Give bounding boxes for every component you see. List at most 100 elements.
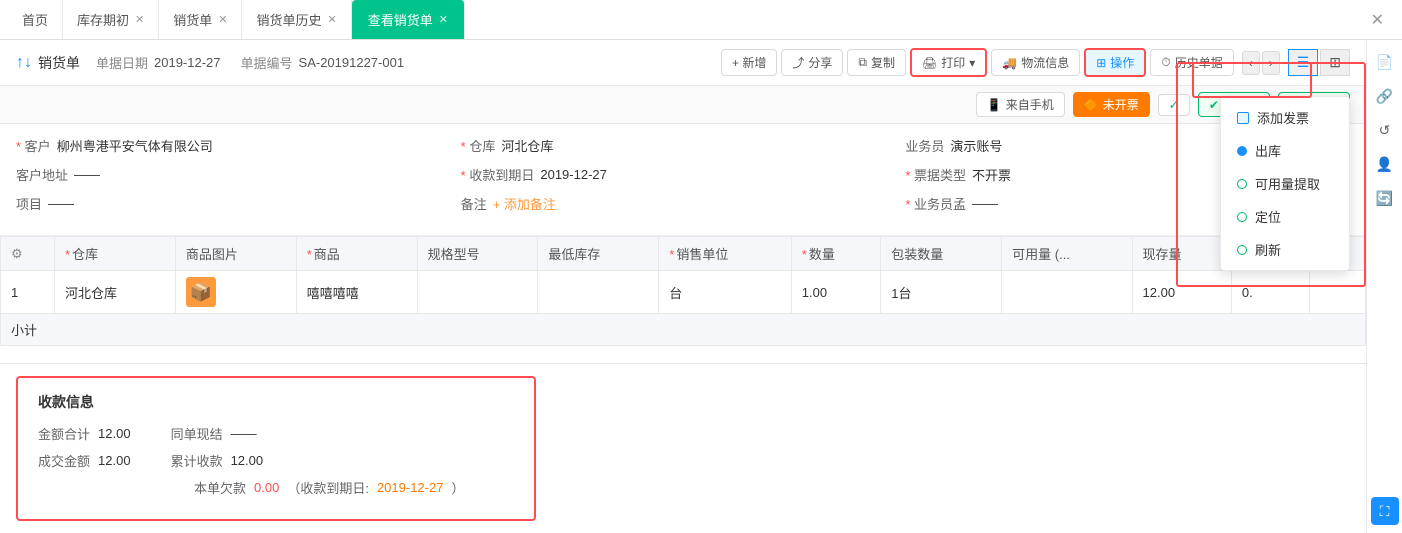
tab-bar: 首页 库存期初 ✕ 销货单 ✕ 销货单历史 ✕ 查看销货单 ✕ ✕ xyxy=(0,0,1402,40)
prev-button[interactable]: ‹ xyxy=(1242,51,1260,75)
layout-list-button[interactable]: ☰ xyxy=(1288,49,1319,76)
row-product: 嘻嘻嘻嘻 xyxy=(296,271,417,314)
close-tab-inventory[interactable]: ✕ xyxy=(135,13,144,26)
row-unit: 台 xyxy=(659,271,792,314)
tab-view-sale[interactable]: 查看销货单 ✕ xyxy=(352,0,465,39)
form-row-2: 客户地址 —— 收款到期日 2019-12-27 票据类型 不开票 xyxy=(16,165,1350,184)
row-price: 0. xyxy=(1231,271,1309,314)
doc-header: ↑↓ 销货单 单据日期 2019-12-27 单据编号 SA-20191227-… xyxy=(0,40,1366,86)
due-date-value: 2019-12-27 xyxy=(540,167,607,182)
warehouse-value: 河北仓库 xyxy=(501,136,553,155)
col-spec: 规格型号 xyxy=(417,237,538,271)
print-icon: 🖨 xyxy=(922,56,937,70)
check-icon: ✓ xyxy=(1169,98,1179,112)
outbound-icon xyxy=(1237,146,1247,156)
staff-value: 演示账号 xyxy=(950,136,1002,155)
note-label: 备注 xyxy=(461,194,487,213)
phone-icon: 📱 xyxy=(987,98,1002,112)
right-sidebar: 📄 🔗 ↺ 👤 🔄 ⛶ xyxy=(1366,40,1402,533)
next-button[interactable]: › xyxy=(1262,51,1280,75)
ticket-value: 不开票 xyxy=(972,165,1011,184)
sidebar-icon-doc[interactable]: 📄 xyxy=(1371,48,1399,76)
row-num: 1 xyxy=(1,271,55,314)
operations-grid-icon: ⊞ xyxy=(1096,56,1106,70)
tab-sale-order[interactable]: 销货单 ✕ xyxy=(159,0,242,39)
logistics-icon: 🚚 xyxy=(1002,56,1017,70)
same-order-settle-field: 同单现结 —— xyxy=(171,424,257,443)
due-date-field: 收款到期日 2019-12-27 xyxy=(461,165,906,184)
row-min-stock xyxy=(538,271,659,314)
avail-extract-icon xyxy=(1237,179,1247,189)
cumulative-payment-field: 累计收款 12.00 xyxy=(171,451,264,470)
doc-title: ↑↓ 销货单 xyxy=(16,53,80,73)
customer-field: 客户 柳州粤港平安气体有限公司 xyxy=(16,136,461,155)
operations-dropdown: 添加发票 出库 可用量提取 定位 刷新 xyxy=(1220,96,1350,271)
row-current: 12.00 xyxy=(1132,271,1231,314)
sidebar-icon-sync[interactable]: 🔄 xyxy=(1371,184,1399,212)
copy-button[interactable]: ⧉ 复制 xyxy=(847,49,906,76)
row-pack-qty: 1台 xyxy=(881,271,1002,314)
col-qty: *数量 xyxy=(791,237,881,271)
ticket-icon: 🔶 xyxy=(1084,98,1099,112)
sidebar-icon-expand[interactable]: ⛶ xyxy=(1371,497,1399,525)
sidebar-icon-refresh[interactable]: ↺ xyxy=(1371,116,1399,144)
total-amount-field: 金额合计 12.00 xyxy=(38,424,131,443)
add-invoice-icon xyxy=(1237,112,1249,124)
tab-home[interactable]: 首页 xyxy=(8,0,63,39)
sidebar-icon-user[interactable]: 👤 xyxy=(1371,150,1399,178)
print-button[interactable]: 🖨 打印 ▾ xyxy=(910,48,987,77)
layout-grid-button[interactable]: ⊞ xyxy=(1320,49,1350,76)
project-label: 项目 xyxy=(16,194,42,213)
note-field: 备注 + 添加备注 xyxy=(461,194,906,213)
row-amount xyxy=(1309,271,1365,314)
col-avail: 可用量 (... xyxy=(1002,237,1132,271)
add-note-button[interactable]: + 添加备注 xyxy=(493,194,556,213)
from-phone-button[interactable]: 📱 来自手机 xyxy=(976,92,1065,117)
customer-label: 客户 xyxy=(16,136,51,155)
close-tab-view-sale[interactable]: ✕ xyxy=(439,13,448,26)
product-image: 📦 xyxy=(186,277,216,307)
settings-icon[interactable]: ⚙ xyxy=(11,246,23,261)
col-settings[interactable]: ⚙ xyxy=(1,237,55,271)
dropdown-locate[interactable]: 定位 xyxy=(1221,200,1349,233)
logistics-button[interactable]: 🚚 物流信息 xyxy=(991,49,1080,76)
operations-button[interactable]: ⊞ 操作 xyxy=(1084,48,1146,77)
address-field: 客户地址 —— xyxy=(16,165,461,184)
due-date-label: 收款到期日 xyxy=(461,165,535,184)
history-button[interactable]: ⏱ 历史单据 xyxy=(1150,49,1233,76)
doc-number-field: 单据编号 SA-20191227-001 xyxy=(241,53,405,72)
col-product: *商品 xyxy=(296,237,417,271)
sidebar-icon-link[interactable]: 🔗 xyxy=(1371,82,1399,110)
dropdown-outbound[interactable]: 出库 xyxy=(1221,134,1349,167)
refresh-icon xyxy=(1237,245,1247,255)
row-avail xyxy=(1002,271,1132,314)
check-button[interactable]: ✓ xyxy=(1158,94,1190,116)
nav-arrows: ‹ › xyxy=(1242,51,1280,75)
new-button[interactable]: + 新增 xyxy=(721,49,777,76)
close-tab-sale-history[interactable]: ✕ xyxy=(328,13,337,26)
row-qty: 1.00 xyxy=(791,271,881,314)
close-tab-sale-order[interactable]: ✕ xyxy=(218,13,227,26)
staff-label: 业务员 xyxy=(905,136,944,155)
deal-amount-field: 成交金额 12.00 xyxy=(38,451,131,470)
not-open-button[interactable]: 🔶 未开票 xyxy=(1073,92,1150,117)
form-section: 客户 柳州粤港平安气体有限公司 仓库 河北仓库 业务员 演示账号 客户地址 ——… xyxy=(0,124,1366,236)
dropdown-refresh[interactable]: 刷新 xyxy=(1221,233,1349,266)
warehouse-label: 仓库 xyxy=(461,136,496,155)
table-section: ⚙ *仓库 商品图片 *商品 规格型号 最低库存 *销售单位 *数量 包装数量 … xyxy=(0,236,1366,363)
tab-inventory[interactable]: 库存期初 ✕ xyxy=(63,0,159,39)
col-min-stock: 最低库存 xyxy=(538,237,659,271)
col-image: 商品图片 xyxy=(175,237,296,271)
share-button[interactable]: ⤴ 分享 xyxy=(781,49,843,76)
share-icon: ⤴ xyxy=(792,54,804,71)
dropdown-avail-extract[interactable]: 可用量提取 xyxy=(1221,167,1349,200)
close-window-button[interactable]: ✕ xyxy=(1361,10,1394,30)
dropdown-add-invoice[interactable]: 添加发票 xyxy=(1221,101,1349,134)
staff2-value: —— xyxy=(972,196,998,211)
data-table: ⚙ *仓库 商品图片 *商品 规格型号 最低库存 *销售单位 *数量 包装数量 … xyxy=(0,236,1366,346)
subtotal-label: 小计 xyxy=(1,314,1366,346)
address-value: —— xyxy=(74,167,100,182)
tab-sale-history[interactable]: 销货单历史 ✕ xyxy=(242,0,351,39)
doc-meta: 单据日期 2019-12-27 单据编号 SA-20191227-001 xyxy=(96,53,705,72)
staff2-label: 业务员孟 xyxy=(905,194,966,213)
